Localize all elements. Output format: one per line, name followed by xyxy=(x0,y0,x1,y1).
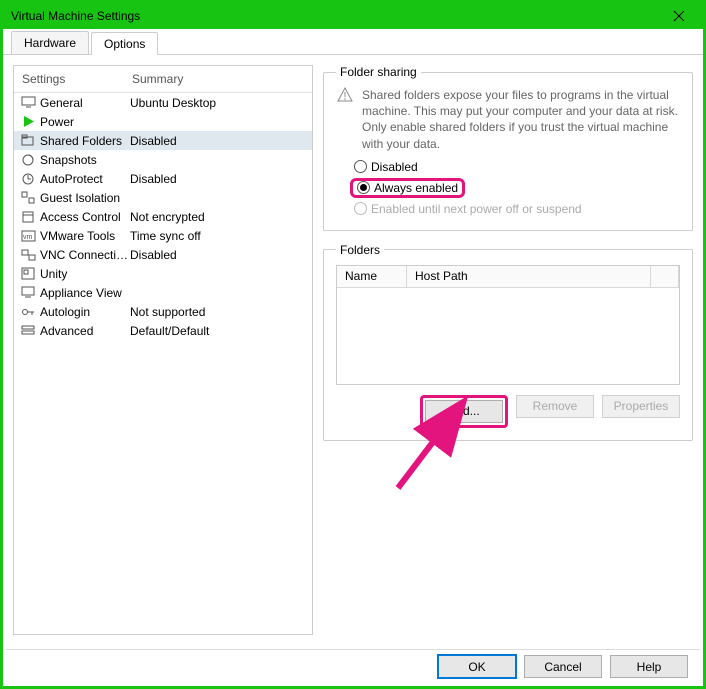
settings-row-label: VNC Connections xyxy=(40,248,130,262)
settings-row-vnc-connections[interactable]: VNC Connections Disabled xyxy=(14,245,312,264)
settings-row-label: Access Control xyxy=(40,210,130,224)
help-button[interactable]: Help xyxy=(610,655,688,678)
settings-row-vmware-tools[interactable]: vm VMware Tools Time sync off xyxy=(14,226,312,245)
tab-hardware[interactable]: Hardware xyxy=(11,31,89,54)
close-button[interactable] xyxy=(659,4,699,28)
settings-row-summary: Time sync off xyxy=(130,229,306,243)
settings-row-unity[interactable]: Unity xyxy=(14,264,312,283)
advanced-icon xyxy=(20,324,36,338)
settings-row-autoprotect[interactable]: AutoProtect Disabled xyxy=(14,169,312,188)
settings-row-label: Guest Isolation xyxy=(40,191,130,205)
folders-col-end xyxy=(651,266,679,288)
settings-list-panel: Settings Summary General Ubuntu Desktop … xyxy=(13,65,313,635)
lock-icon xyxy=(20,210,36,224)
settings-row-summary: Ubuntu Desktop xyxy=(130,96,306,110)
dialog-footer: OK Cancel Help xyxy=(6,649,700,683)
folder-sharing-legend: Folder sharing xyxy=(336,65,421,79)
tab-strip: Hardware Options xyxy=(3,29,703,55)
settings-row-summary: Not supported xyxy=(130,305,306,319)
radio-disabled[interactable]: Disabled xyxy=(354,158,680,176)
settings-row-power[interactable]: Power xyxy=(14,112,312,131)
folders-table[interactable]: Name Host Path xyxy=(336,265,680,385)
folder-properties-button: Properties xyxy=(602,395,680,418)
settings-row-label: Power xyxy=(40,115,130,129)
annotation-highlight-always: Always enabled xyxy=(350,178,465,198)
settings-row-summary: Default/Default xyxy=(130,324,306,338)
settings-row-access-control[interactable]: Access Control Not encrypted xyxy=(14,207,312,226)
settings-row-snapshots[interactable]: Snapshots xyxy=(14,150,312,169)
settings-row-label: AutoProtect xyxy=(40,172,130,186)
settings-row-advanced[interactable]: Advanced Default/Default xyxy=(14,321,312,340)
settings-list-header: Settings Summary xyxy=(14,66,312,93)
settings-row-appliance-view[interactable]: Appliance View xyxy=(14,283,312,302)
settings-row-label: Autologin xyxy=(40,305,130,319)
remove-folder-button: Remove xyxy=(516,395,594,418)
key-icon xyxy=(20,305,36,319)
window-title: Virtual Machine Settings xyxy=(11,9,659,23)
settings-row-label: Snapshots xyxy=(40,153,130,167)
folder-share-icon xyxy=(20,134,36,148)
tab-options[interactable]: Options xyxy=(91,32,158,55)
settings-row-summary: Not encrypted xyxy=(130,210,306,224)
settings-row-summary: Disabled xyxy=(130,248,306,262)
titlebar: Virtual Machine Settings xyxy=(3,3,703,29)
folder-sharing-warning: Shared folders expose your files to prog… xyxy=(362,87,680,152)
settings-row-shared-folders[interactable]: Shared Folders Disabled xyxy=(14,131,312,150)
settings-row-label: Appliance View xyxy=(40,286,130,300)
play-icon xyxy=(20,115,36,129)
radio-always-label: Always enabled xyxy=(374,181,458,195)
settings-row-label: Unity xyxy=(40,267,130,281)
shield-clock-icon xyxy=(20,172,36,186)
unity-icon xyxy=(20,267,36,281)
radio-always-enabled[interactable]: Always enabled xyxy=(354,179,680,197)
radio-until-poweroff: Enabled until next power off or suspend xyxy=(354,200,680,218)
ok-button[interactable]: OK xyxy=(438,655,516,678)
settings-row-label: VMware Tools xyxy=(40,229,130,243)
folders-table-header: Name Host Path xyxy=(337,266,679,288)
settings-row-autologin[interactable]: Autologin Not supported xyxy=(14,302,312,321)
folders-col-name[interactable]: Name xyxy=(337,266,407,288)
appliance-icon xyxy=(20,286,36,300)
folders-col-hostpath[interactable]: Host Path xyxy=(407,266,651,288)
warning-icon xyxy=(336,87,354,105)
settings-rows: General Ubuntu Desktop Power Shared Fold… xyxy=(14,93,312,340)
radio-disabled-label: Disabled xyxy=(371,160,418,174)
folders-legend: Folders xyxy=(336,243,384,257)
annotation-highlight-add: Add... xyxy=(420,395,508,428)
cancel-button[interactable]: Cancel xyxy=(524,655,602,678)
settings-row-label: Advanced xyxy=(40,324,130,338)
radio-icon xyxy=(357,181,370,194)
radio-icon xyxy=(354,160,367,173)
vnc-icon xyxy=(20,248,36,262)
close-icon xyxy=(674,11,684,21)
folder-sharing-group: Folder sharing Shared folders expose you… xyxy=(323,65,693,231)
summary-header-col: Summary xyxy=(132,72,304,86)
isolation-icon xyxy=(20,191,36,205)
settings-row-summary: Disabled xyxy=(130,134,306,148)
monitor-icon xyxy=(20,96,36,110)
svg-text:vm: vm xyxy=(23,234,33,241)
radio-until-label: Enabled until next power off or suspend xyxy=(371,202,582,216)
settings-row-summary: Disabled xyxy=(130,172,306,186)
add-folder-button[interactable]: Add... xyxy=(425,400,503,423)
snapshot-icon xyxy=(20,153,36,167)
settings-row-label: Shared Folders xyxy=(40,134,130,148)
settings-row-guest-isolation[interactable]: Guest Isolation xyxy=(14,188,312,207)
settings-header-col: Settings xyxy=(22,72,132,86)
vmware-tools-icon: vm xyxy=(20,229,36,243)
settings-row-label: General xyxy=(40,96,130,110)
folders-group: Folders Name Host Path Add... Remove Pro… xyxy=(323,243,693,441)
content-area: Settings Summary General Ubuntu Desktop … xyxy=(3,55,703,645)
radio-icon xyxy=(354,202,367,215)
settings-row-general[interactable]: General Ubuntu Desktop xyxy=(14,93,312,112)
detail-panel: Folder sharing Shared folders expose you… xyxy=(323,65,693,635)
